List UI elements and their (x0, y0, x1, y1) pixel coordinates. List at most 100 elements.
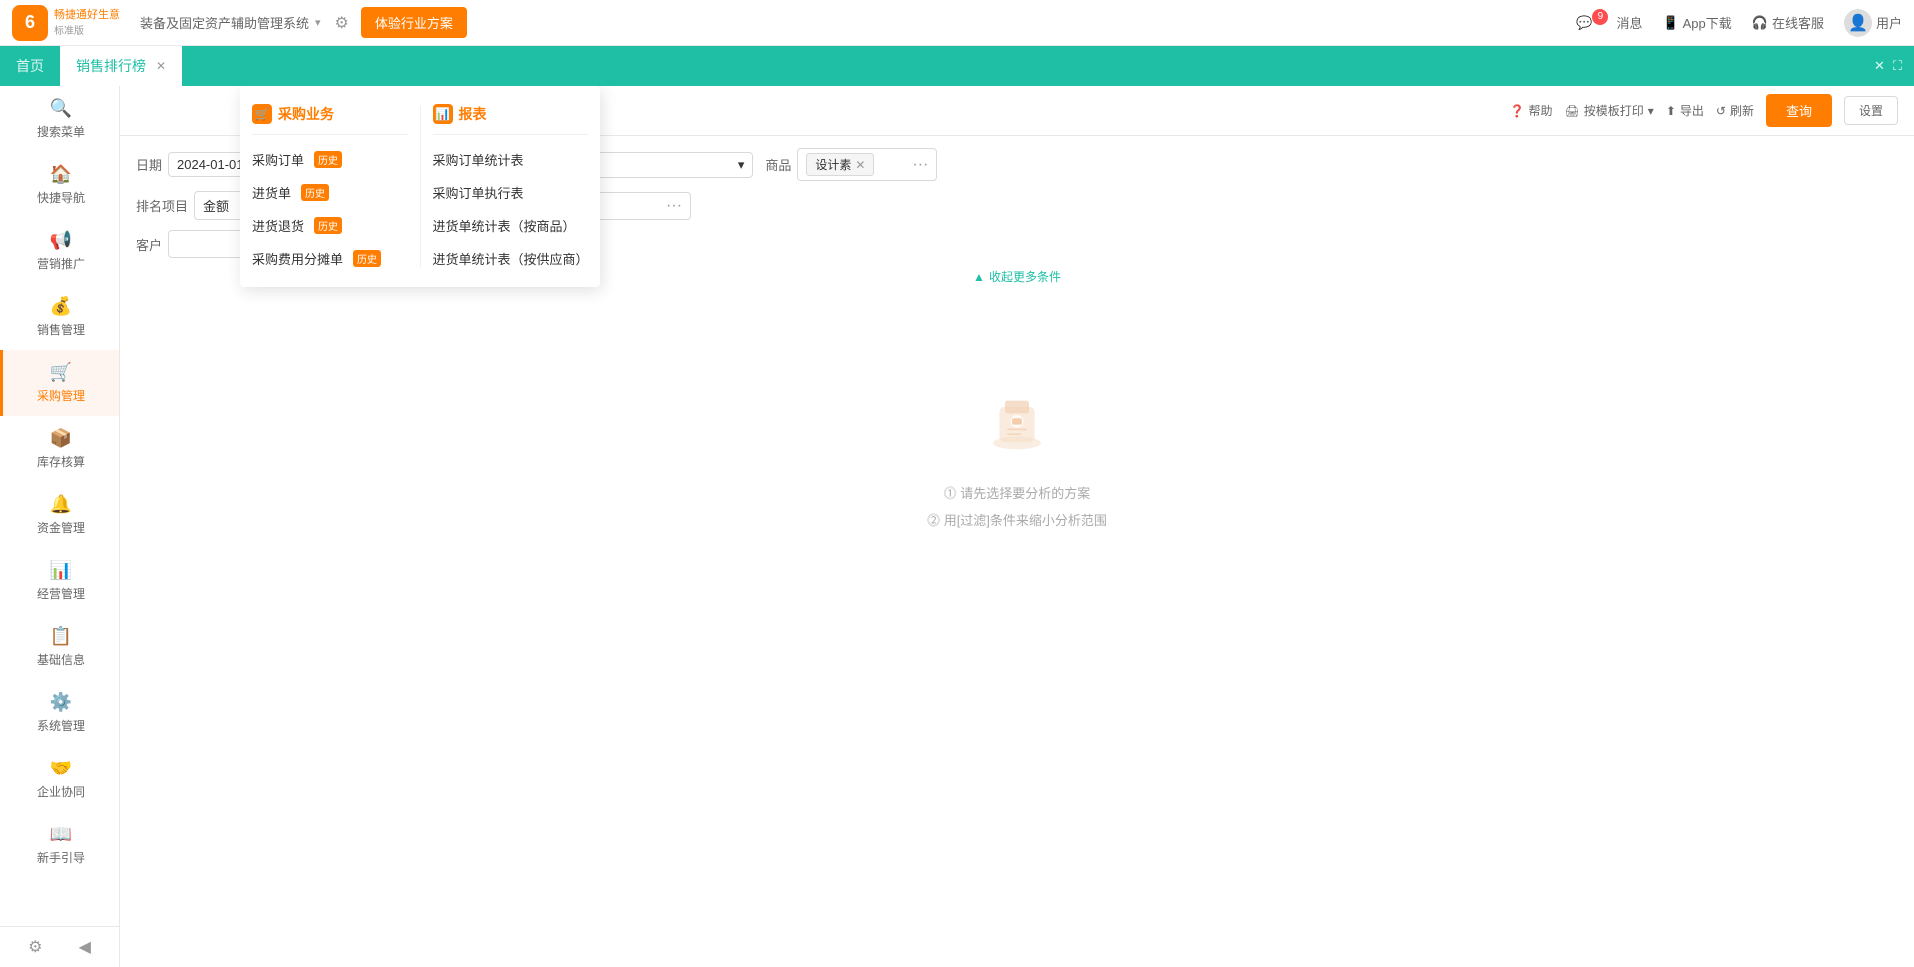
sidebar-label-search: 搜索菜单 (37, 123, 85, 140)
empty-hint-1: ⓵ 请先选择要分析的方案 (944, 483, 1091, 502)
print-arrow[interactable]: ▾ (1648, 104, 1654, 118)
sidebar-label-system: 系统管理 (37, 717, 85, 734)
print-btn[interactable]: 🖨 按模板打印 ▾ (1565, 102, 1654, 119)
basic-info-icon: 📋 (50, 626, 72, 647)
goods-select[interactable]: 设计素 ✕ ··· (797, 148, 937, 181)
tab-close-icon[interactable]: ✕ (156, 59, 166, 73)
sidebar-item-search[interactable]: 🔍 搜索菜单 (0, 86, 119, 152)
sidebar-item-finance[interactable]: 🔔 资金管理 (0, 482, 119, 548)
sales-icon: 💰 (50, 296, 72, 317)
sidebar-label-guide: 新手引导 (37, 849, 85, 866)
dropdown-label-return: 进货退货 (252, 216, 304, 235)
export-btn[interactable]: ⬆ 导出 (1666, 102, 1704, 119)
home-icon: 🏠 (50, 164, 72, 185)
industry-btn[interactable]: 体验行业方案 (361, 7, 467, 38)
purchase-col: 🛒 采购业务 采购订单 历史 进货单 历史 进货退货 历史 (240, 98, 420, 275)
dropdown-cols: 🛒 采购业务 采购订单 历史 进货单 历史 进货退货 历史 (240, 98, 600, 275)
service-label: 在线客服 (1772, 13, 1824, 32)
tab-controls: ✕ ⛶ (1874, 46, 1914, 86)
guide-icon: 📖 (50, 824, 72, 845)
dropdown-item-expense[interactable]: 采购费用分摊单 历史 (252, 242, 408, 275)
maximize-icon[interactable]: ⛶ (1893, 58, 1902, 74)
date-start: 2024-01-01 (177, 157, 244, 172)
hint-circle-2: ⓶ (927, 513, 944, 528)
dropdown-label-inbound-supplier: 进货单统计表（按供应商） (433, 249, 589, 268)
help-btn[interactable]: ❓ 帮助 (1510, 102, 1553, 119)
purchase-col-title: 🛒 采购业务 (252, 98, 408, 135)
sidebar-label-operations: 经营管理 (37, 585, 85, 602)
top-header: 6 畅捷通好生意 标准版 装备及固定资产辅助管理系统 ▾ ⚙ 体验行业方案 💬 … (0, 0, 1914, 46)
query-btn[interactable]: 查询 (1766, 94, 1832, 127)
sidebar-item-system[interactable]: ⚙️ 系统管理 (0, 680, 119, 746)
refresh-icon: ↺ (1716, 104, 1726, 118)
dropdown-label-inbound-goods: 进货单统计表（按商品） (433, 216, 576, 235)
sidebar-item-inventory[interactable]: 📦 库存核算 (0, 416, 119, 482)
sidebar-item-sales[interactable]: 💰 销售管理 (0, 284, 119, 350)
sidebar-item-guide[interactable]: 📖 新手引导 (0, 812, 119, 878)
refresh-btn[interactable]: ↺ 刷新 (1716, 102, 1754, 119)
dropdown-item-return[interactable]: 进货退货 历史 (252, 209, 408, 242)
system-title-area: 装备及固定资产辅助管理系统 ▾ ⚙ (140, 13, 349, 33)
setup-btn[interactable]: 设置 (1844, 96, 1898, 125)
sidebar-item-operations[interactable]: 📊 经营管理 (0, 548, 119, 614)
sidebar-label-enterprise: 企业协同 (37, 783, 85, 800)
export-label: 导出 (1680, 102, 1704, 119)
content-area: 🛒 采购业务 采购订单 历史 进货单 历史 进货退货 历史 (120, 86, 1914, 967)
collapse-btn[interactable]: ▲ 收起更多条件 (973, 268, 1061, 285)
hint-circle-1: ⓵ (944, 486, 961, 501)
avatar: 👤 (1844, 9, 1872, 37)
sidebar-item-quick-nav[interactable]: 🏠 快捷导航 (0, 152, 119, 218)
enterprise-icon: 🤝 (50, 758, 72, 779)
sidebar-item-basic-info[interactable]: 📋 基础信息 (0, 614, 119, 680)
logo-sub: 标准版 (54, 22, 120, 37)
purchase-dropdown-menu: 🛒 采购业务 采购订单 历史 进货单 历史 进货退货 历史 (240, 86, 600, 287)
logo-area: 6 畅捷通好生意 标准版 (12, 5, 132, 41)
sidebar-item-purchase[interactable]: 🛒 采购管理 (0, 350, 119, 416)
main-layout: 🔍 搜索菜单 🏠 快捷导航 📢 营销推广 💰 销售管理 🛒 采购管理 📦 库存核… (0, 86, 1914, 967)
tab-bar: 首页 销售排行榜 ✕ ✕ ⛶ (0, 46, 1914, 86)
logo-icon: 6 (12, 5, 48, 41)
user-btn[interactable]: 👤 用户 (1844, 9, 1902, 37)
goods-tag-close[interactable]: ✕ (855, 158, 865, 172)
empty-hint-2: ⓶ 用[过滤]条件来缩小分析范围 (927, 510, 1107, 529)
tab-sales-ranking[interactable]: 销售排行榜 ✕ (60, 46, 182, 86)
app-download-btn[interactable]: 📱 App下载 (1662, 13, 1731, 32)
dropdown-label-inbound: 进货单 (252, 183, 291, 202)
salesperson-more[interactable]: ··· (666, 197, 682, 215)
dropdown-item-inbound[interactable]: 进货单 历史 (252, 176, 408, 209)
goods-more-btn[interactable]: ··· (912, 156, 928, 174)
date-label: 日期 (136, 155, 162, 174)
ranking-value: 金额 (203, 196, 229, 215)
sidebar: 🔍 搜索菜单 🏠 快捷导航 📢 营销推广 💰 销售管理 🛒 采购管理 📦 库存核… (0, 86, 120, 967)
bottom-settings-icon[interactable]: ⚙ (28, 937, 42, 957)
inventory-icon: 📦 (50, 428, 72, 449)
dropdown-item-order-exec[interactable]: 采购订单执行表 (433, 176, 589, 209)
tab-home-label: 首页 (16, 56, 44, 76)
status-select-arrow: ▾ (738, 157, 745, 173)
dropdown-item-purchase-order[interactable]: 采购订单 历史 (252, 143, 408, 176)
dropdown-label-purchase-order: 采购订单 (252, 150, 304, 169)
finance-icon: 🔔 (50, 494, 72, 515)
marketing-icon: 📢 (50, 230, 72, 251)
collapse-up-icon: ▲ (973, 270, 985, 284)
message-badge: 9 (1592, 9, 1608, 25)
ranking-label: 排名项目 (136, 196, 188, 215)
purchase-col-icon: 🛒 (252, 104, 272, 124)
export-icon: ⬆ (1666, 104, 1676, 118)
logo-text-block: 畅捷通好生意 标准版 (54, 8, 120, 37)
dropdown-item-inbound-supplier[interactable]: 进货单统计表（按供应商） (433, 242, 589, 275)
dropdown-item-order-stats[interactable]: 采购订单统计表 (433, 143, 589, 176)
online-service-btn[interactable]: 🎧 在线客服 (1752, 13, 1824, 32)
dropdown-item-inbound-goods[interactable]: 进货单统计表（按商品） (433, 209, 589, 242)
bottom-collapse-icon[interactable]: ◀ (79, 937, 91, 957)
app-icon: 📱 (1662, 15, 1678, 31)
print-icon: 🖨 (1565, 104, 1580, 118)
sidebar-item-enterprise[interactable]: 🤝 企业协同 (0, 746, 119, 812)
tab-home[interactable]: 首页 (0, 46, 60, 86)
settings-icon[interactable]: ⚙ (335, 13, 349, 33)
collapse-label: 收起更多条件 (989, 268, 1061, 285)
message-btn[interactable]: 💬 9 消息 (1576, 13, 1642, 32)
sidebar-item-marketing[interactable]: 📢 营销推广 (0, 218, 119, 284)
close-window-icon[interactable]: ✕ (1874, 58, 1885, 74)
system-title-arrow[interactable]: ▾ (315, 16, 321, 29)
